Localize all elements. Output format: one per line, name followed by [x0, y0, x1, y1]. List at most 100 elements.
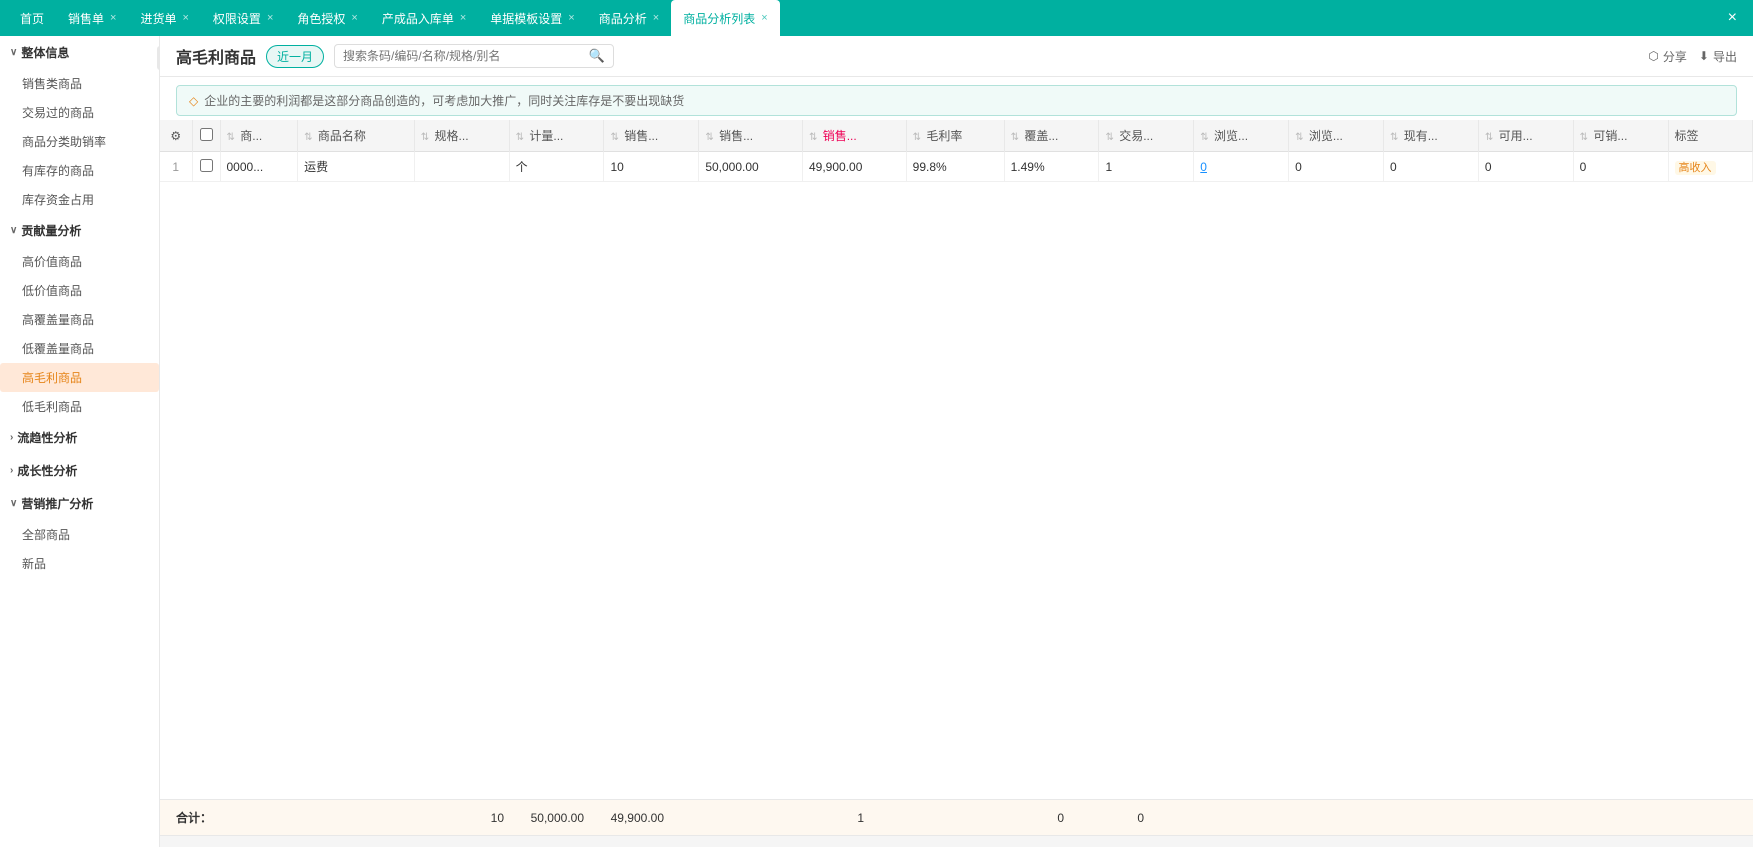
row-tag-cell: 高收入 — [1668, 152, 1752, 182]
th-unit[interactable]: ⇅ 计量... — [509, 120, 604, 152]
search-input[interactable] — [343, 49, 589, 63]
nav-item-home[interactable]: 首页 — [8, 0, 56, 36]
sidebar-group-header-marketing[interactable]: ∨ 营销推广分析 — [0, 487, 159, 520]
sidebar-item-high-coverage[interactable]: 高覆盖量商品 — [0, 305, 159, 334]
th-view1[interactable]: ⇅ 浏览... — [1194, 120, 1289, 152]
th-sale-amount[interactable]: ⇅ 销售... — [699, 120, 803, 152]
top-navigation: 首页 销售单 × 进货单 × 权限设置 × 角色授权 × 产成品入库单 × 单据… — [0, 0, 1753, 36]
sidebar-group-header-trend[interactable]: › 流趋性分析 — [0, 421, 159, 454]
th-checkbox[interactable] — [192, 120, 220, 152]
sidebar-group-header-contribution[interactable]: ∨ 贡献量分析 — [0, 214, 159, 247]
th-current-stock[interactable]: ⇅ 现有... — [1383, 120, 1478, 152]
sidebar-item-low-value[interactable]: 低价值商品 — [0, 276, 159, 305]
th-view2[interactable]: ⇅ 浏览... — [1289, 120, 1384, 152]
close-permission-tab[interactable]: × — [267, 12, 273, 24]
select-all-checkbox[interactable] — [200, 128, 213, 141]
sidebar-item-sales-goods[interactable]: 销售类商品 — [0, 69, 159, 98]
sort-icon: ⇅ — [421, 132, 429, 143]
export-icon: ⬇ — [1699, 49, 1709, 63]
sidebar-collapse-button[interactable]: « — [157, 46, 160, 70]
sidebar-item-all-goods[interactable]: 全部商品 — [0, 520, 159, 549]
nav-item-permission[interactable]: 权限设置 × — [201, 0, 285, 36]
row-gross-margin-cell: 99.8% — [906, 152, 1004, 182]
nav-item-analysis-list[interactable]: 商品分析列表 × — [671, 0, 779, 36]
row-coverage-cell: 1.49% — [1004, 152, 1099, 182]
sidebar-group-header-growth[interactable]: › 成长性分析 — [0, 454, 159, 487]
sort-icon: ⇅ — [516, 132, 524, 143]
row-num-cell: 1 — [160, 152, 192, 182]
sidebar-item-traded-goods[interactable]: 交易过的商品 — [0, 98, 159, 127]
row-unit-cell: 个 — [509, 152, 604, 182]
th-coverage[interactable]: ⇅ 覆盖... — [1004, 120, 1099, 152]
header-actions: ⬡ 分享 ⬇ 导出 — [1648, 48, 1737, 65]
th-trade[interactable]: ⇅ 交易... — [1099, 120, 1194, 152]
settings-icon[interactable]: ⚙ — [170, 129, 181, 143]
window-close-button[interactable]: × — [1720, 9, 1745, 27]
footer-trade: 1 — [792, 811, 872, 825]
nav-item-stock-in[interactable]: 产成品入库单 × — [370, 0, 478, 36]
row-checkbox[interactable] — [200, 159, 213, 172]
share-button[interactable]: ⬡ 分享 — [1648, 48, 1687, 65]
close-stock-in-tab[interactable]: × — [460, 12, 466, 24]
filter-month-button[interactable]: 近一月 — [266, 45, 324, 68]
sidebar-item-low-margin[interactable]: 低毛利商品 — [0, 392, 159, 421]
close-analysis-list-tab[interactable]: × — [761, 12, 767, 24]
arrow-icon: ∨ — [10, 498, 17, 509]
row-trade-cell: 1 — [1099, 152, 1194, 182]
row-name-cell: 运费 — [298, 152, 415, 182]
row-checkbox-cell[interactable] — [192, 152, 220, 182]
export-button[interactable]: ⬇ 导出 — [1699, 48, 1737, 65]
high-income-tag: 高收入 — [1675, 161, 1716, 175]
row-available-cell: 0 — [1478, 152, 1573, 182]
arrow-icon: › — [10, 465, 13, 476]
data-table-wrapper: ⚙ ⇅ 商... ⇅ 商品名称 — [160, 120, 1753, 799]
sort-icon: ⇅ — [610, 132, 618, 143]
nav-item-template[interactable]: 单据模板设置 × — [478, 0, 586, 36]
data-table: ⚙ ⇅ 商... ⇅ 商品名称 — [160, 120, 1753, 182]
sort-icon: ⇅ — [1390, 132, 1398, 143]
row-view2-cell: 0 — [1289, 152, 1384, 182]
sidebar-item-low-coverage[interactable]: 低覆盖量商品 — [0, 334, 159, 363]
sort-icon: ⇅ — [1485, 132, 1493, 143]
th-spec[interactable]: ⇅ 规格... — [414, 120, 509, 152]
sidebar-item-in-stock[interactable]: 有库存的商品 — [0, 156, 159, 185]
sort-icon: ⇅ — [1200, 132, 1208, 143]
close-role-tab[interactable]: × — [351, 12, 357, 24]
sort-icon: ⇅ — [227, 132, 235, 143]
sidebar-item-new-goods[interactable]: 新品 — [0, 549, 159, 578]
nav-item-role[interactable]: 角色授权 × — [285, 0, 369, 36]
sort-icon: ⇅ — [1011, 132, 1019, 143]
row-view1-cell[interactable]: 0 — [1194, 152, 1289, 182]
close-analysis-tab[interactable]: × — [653, 12, 659, 24]
sidebar-group-marketing: ∨ 营销推广分析 全部商品 新品 — [0, 487, 159, 578]
row-current-stock-cell: 0 — [1383, 152, 1478, 182]
close-template-tab[interactable]: × — [568, 12, 574, 24]
th-tag: 标签 — [1668, 120, 1752, 152]
th-gross-margin[interactable]: ⇅ 毛利率 — [906, 120, 1004, 152]
th-sale-profit[interactable]: ⇅ 销售... — [802, 120, 906, 152]
sidebar-item-stock-capital[interactable]: 库存资金占用 — [0, 185, 159, 214]
sidebar-item-high-margin[interactable]: 高毛利商品 — [0, 363, 159, 392]
footer-sale-qty: 10 — [432, 811, 512, 825]
sidebar-item-high-value[interactable]: 高价值商品 — [0, 247, 159, 276]
th-settings[interactable]: ⚙ — [160, 120, 192, 152]
close-sales-tab[interactable]: × — [110, 12, 116, 24]
th-sale-qty[interactable]: ⇅ 销售... — [604, 120, 699, 152]
nav-item-purchase[interactable]: 进货单 × — [128, 0, 200, 36]
sidebar-item-category-rate[interactable]: 商品分类助销率 — [0, 127, 159, 156]
th-saleable[interactable]: ⇅ 可销... — [1573, 120, 1668, 152]
sort-icon: ⇅ — [1295, 132, 1303, 143]
horizontal-scrollbar[interactable] — [160, 835, 1753, 847]
nav-item-sales[interactable]: 销售单 × — [56, 0, 128, 36]
sidebar-group-header-overview[interactable]: ∨ 整体信息 — [0, 36, 159, 69]
th-available[interactable]: ⇅ 可用... — [1478, 120, 1573, 152]
close-purchase-tab[interactable]: × — [182, 12, 188, 24]
share-icon: ⬡ — [1648, 49, 1658, 63]
th-code[interactable]: ⇅ 商... — [220, 120, 298, 152]
nav-item-analysis[interactable]: 商品分析 × — [587, 0, 671, 36]
sort-icon: ⇅ — [1105, 132, 1113, 143]
row-sale-amount-cell: 50,000.00 — [699, 152, 803, 182]
sidebar-group-growth: › 成长性分析 — [0, 454, 159, 487]
search-icon[interactable]: 🔍 — [589, 48, 605, 64]
th-name[interactable]: ⇅ 商品名称 — [298, 120, 415, 152]
